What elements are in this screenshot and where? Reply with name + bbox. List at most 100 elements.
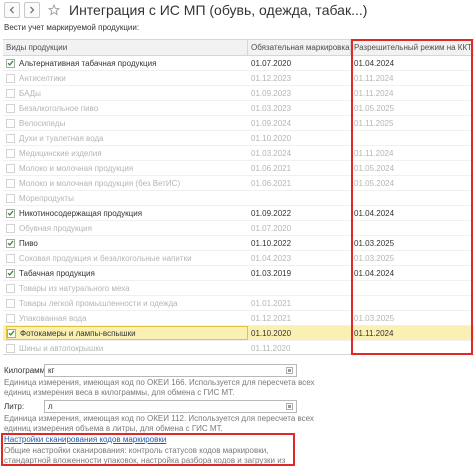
cell-permit-date — [351, 221, 474, 235]
cell-product-type: Обувная продукция — [3, 221, 248, 235]
product-name: Упакованная вода — [19, 313, 87, 323]
product-checkbox[interactable] — [6, 118, 15, 128]
back-button[interactable] — [4, 2, 20, 18]
product-checkbox[interactable] — [6, 253, 15, 263]
cell-permit-date: 01.05.2024 — [354, 178, 395, 188]
cell-permit-date — [351, 296, 474, 310]
cell-permit-date: 01.11.2024 — [354, 148, 394, 158]
product-name: Антисептики — [19, 73, 66, 83]
table-row[interactable]: Никотиносодержащая продукция 01.09.2022 01… — [3, 206, 474, 221]
product-name: Молоко и молочная продукция (без ВетИС) — [19, 178, 181, 188]
cell-inner: Морепродукты — [6, 191, 248, 205]
product-name: Табачная продукция — [19, 268, 95, 278]
product-checkbox[interactable] — [6, 238, 15, 248]
product-checkbox[interactable] — [6, 103, 15, 113]
product-checkbox[interactable] — [6, 73, 15, 83]
checkmark-icon — [7, 60, 14, 66]
product-name: Духи и туалетная вода — [19, 133, 104, 143]
cell-inner: Безалкогольное пиво — [6, 101, 248, 115]
table-row[interactable]: Антисептики 01.12.2023 01.11.2024 — [3, 71, 474, 86]
table-row[interactable]: Фотокамеры и лампы-вспышки 01.10.2020 01.1… — [3, 326, 474, 341]
cell-product-type: Пиво — [3, 236, 248, 250]
table-row[interactable]: Соковая продукция и безалкогольные напит… — [3, 251, 474, 266]
cell-inner: Никотиносодержащая продукция — [6, 206, 248, 220]
product-checkbox[interactable] — [6, 58, 15, 68]
cell-mandatory-date: 01.09.2023 — [251, 88, 292, 98]
cell-inner: Товары легкой промышленности и одежда — [6, 296, 248, 310]
forward-button[interactable] — [24, 2, 40, 18]
scan-settings-link[interactable]: Настройки сканирования кодов маркировки — [4, 435, 166, 444]
product-checkbox[interactable] — [6, 298, 15, 308]
cell-mandatory-date: 01.03.2024 — [251, 148, 292, 158]
table-row[interactable]: Товары легкой промышленности и одежда 01.… — [3, 296, 474, 311]
product-checkbox[interactable] — [6, 283, 15, 293]
cell-inner: Молоко и молочная продукция — [6, 161, 248, 175]
table-row[interactable]: Морепродукты — [3, 191, 474, 206]
cell-product-type: Табачная продукция — [3, 266, 248, 280]
product-name: Товары из натурального меха — [19, 283, 130, 293]
product-name: Шины и автопокрышки — [19, 343, 104, 353]
table-row[interactable]: Безалкогольное пиво 01.03.2023 01.05.2025 — [3, 101, 474, 116]
product-checkbox[interactable] — [6, 163, 15, 173]
cell-product-type: Велосипеды — [3, 116, 248, 130]
open-choice-icon[interactable] — [286, 403, 293, 410]
product-checkbox[interactable] — [6, 178, 15, 188]
product-checkbox[interactable] — [6, 133, 15, 143]
cell-permit-date: 01.03.2025 — [354, 253, 395, 263]
product-checkbox[interactable] — [6, 223, 15, 233]
table-row[interactable]: Обувная продукция 01.07.2020 — [3, 221, 474, 236]
cell-permit-date: 01.11.2024 — [354, 73, 394, 83]
table-row[interactable]: БАДы 01.09.2023 01.11.2024 — [3, 86, 474, 101]
checkmark-icon — [7, 210, 14, 216]
table-row[interactable]: Духи и туалетная вода 01.10.2020 — [3, 131, 474, 146]
product-checkbox[interactable] — [6, 313, 15, 323]
cell-mandatory-date: 01.11.2020 — [251, 343, 291, 353]
cell-inner: Медицинские изделия — [6, 146, 248, 160]
table-row[interactable]: Молоко и молочная продукция 01.06.2021 01.… — [3, 161, 474, 176]
kilogram-input[interactable]: кг — [44, 364, 297, 377]
product-checkbox[interactable] — [6, 193, 15, 203]
cell-inner: Соковая продукция и безалкогольные напит… — [6, 251, 248, 265]
favorite-button[interactable] — [47, 3, 61, 17]
table-row[interactable]: Медицинские изделия 01.03.2024 01.11.2024 — [3, 146, 474, 161]
cell-product-type: Духи и туалетная вода — [3, 131, 248, 145]
kilogram-value: кг — [48, 366, 55, 375]
open-choice-icon[interactable] — [286, 367, 293, 374]
cell-inner: Товары из натурального меха — [6, 281, 248, 295]
product-checkbox[interactable] — [6, 208, 15, 218]
checkmark-icon — [7, 240, 14, 246]
arrow-right-icon — [30, 6, 35, 14]
table-row[interactable]: Молоко и молочная продукция (без ВетИС) 0… — [3, 176, 474, 191]
header-mandatory-marking[interactable]: Обязательная маркировка — [248, 40, 351, 55]
liter-field-row: Литр: л — [4, 400, 297, 413]
header-kkt-permit[interactable]: Разрешительный режим на ККТ — [351, 40, 474, 55]
product-checkbox[interactable] — [6, 268, 15, 278]
table-row[interactable]: Альтернативная табачная продукция 01.07.2… — [3, 56, 474, 71]
table-row[interactable]: Табачная продукция 01.03.2019 01.04.2024 — [3, 266, 474, 281]
cell-permit-date: 01.11.2024 — [351, 326, 474, 340]
table-row[interactable]: Товары из натурального меха — [3, 281, 474, 296]
cell-mandatory-date: 01.09.2022 — [251, 208, 292, 218]
table-row[interactable]: Шины и автопокрышки 01.11.2020 — [3, 341, 474, 354]
product-checkbox[interactable] — [6, 88, 15, 98]
liter-input[interactable]: л — [44, 400, 297, 413]
product-checkbox[interactable] — [6, 343, 15, 353]
product-checkbox[interactable] — [7, 328, 16, 338]
cell-product-type: Морепродукты — [3, 191, 248, 205]
cell-product-type: Соковая продукция и безалкогольные напит… — [3, 251, 248, 265]
cell-permit-date: 01.11.2024 — [354, 88, 394, 98]
cell-inner: Антисептики — [6, 71, 248, 85]
table-row[interactable]: Упакованная вода 01.12.2021 01.03.2025 — [3, 311, 474, 326]
table-row[interactable]: Велосипеды 01.09.2024 01.11.2025 — [3, 116, 474, 131]
arrow-left-icon — [9, 6, 14, 14]
table-row[interactable]: Пиво 01.10.2022 01.03.2025 — [3, 236, 474, 251]
product-checkbox[interactable] — [6, 148, 15, 158]
cell-inner: Молоко и молочная продукция (без ВетИС) — [6, 176, 248, 190]
cell-inner: Духи и туалетная вода — [6, 131, 248, 145]
product-name: Обувная продукция — [19, 223, 92, 233]
cell-mandatory-date: 01.10.2020 — [248, 326, 351, 340]
header-product-type[interactable]: Виды продукции — [3, 40, 248, 55]
cell-permit-date: 01.05.2025 — [354, 103, 395, 113]
cell-mandatory-date: 01.10.2020 — [251, 133, 292, 143]
cell-product-type: Молоко и молочная продукция (без ВетИС) — [3, 176, 248, 190]
